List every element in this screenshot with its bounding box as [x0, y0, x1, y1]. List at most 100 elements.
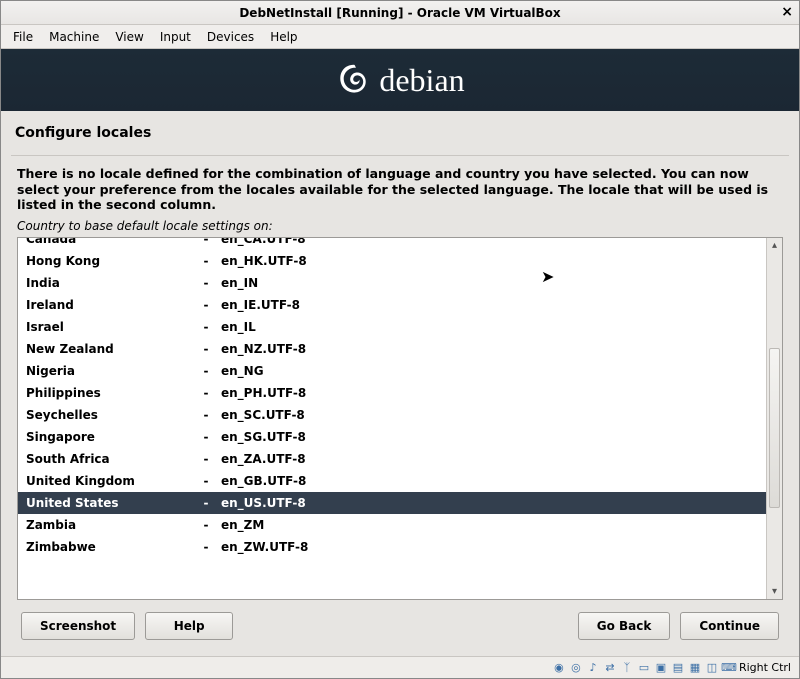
locale-dash: - [191, 298, 221, 312]
locale-row[interactable]: Philippines-en_PH.UTF-8 [18, 382, 766, 404]
locale-dash: - [191, 540, 221, 554]
locale-country: Singapore [26, 430, 191, 444]
locale-dash: - [191, 474, 221, 488]
menubar: File Machine View Input Devices Help [1, 25, 799, 49]
debian-logo: debian [335, 61, 464, 99]
locale-row[interactable]: New Zealand-en_NZ.UTF-8 [18, 338, 766, 360]
window-title: DebNetInstall [Running] - Oracle VM Virt… [239, 6, 560, 20]
locale-dash: - [191, 320, 221, 334]
content-panel: There is no locale defined for the combi… [11, 155, 789, 646]
locale-row[interactable]: Ireland-en_IE.UTF-8 [18, 294, 766, 316]
locale-listbox: Canada-en_CA.UTF-8Hong Kong-en_HK.UTF-8I… [17, 237, 783, 600]
locale-dash: - [191, 430, 221, 444]
mouse-integration-icon: ◫ [705, 661, 719, 675]
locale-dash: - [191, 496, 221, 510]
locale-code: en_GB.UTF-8 [221, 474, 758, 488]
debian-swirl-icon [335, 61, 373, 99]
instructions-text: There is no locale defined for the combi… [17, 166, 783, 213]
vm-window: DebNetInstall [Running] - Oracle VM Virt… [0, 0, 800, 679]
locale-row[interactable]: Singapore-en_SG.UTF-8 [18, 426, 766, 448]
recording-icon: ▤ [671, 661, 685, 675]
locale-country: Hong Kong [26, 254, 191, 268]
locale-code: en_IN [221, 276, 758, 290]
locale-code: en_CA.UTF-8 [221, 238, 758, 246]
locale-dash: - [191, 408, 221, 422]
locale-dash: - [191, 238, 221, 246]
close-icon[interactable]: × [781, 5, 793, 19]
locale-row[interactable]: Hong Kong-en_HK.UTF-8 [18, 250, 766, 272]
locale-country: United Kingdom [26, 474, 191, 488]
content-area: There is no locale defined for the combi… [1, 155, 799, 656]
locale-code: en_ZM [221, 518, 758, 532]
locale-country: Philippines [26, 386, 191, 400]
processor-icon: ▦ [688, 661, 702, 675]
locale-country: Canada [26, 238, 191, 246]
subprompt-text: Country to base default locale settings … [17, 219, 783, 233]
locale-row[interactable]: United States-en_US.UTF-8 [18, 492, 766, 514]
menu-devices[interactable]: Devices [207, 30, 254, 44]
locale-row[interactable]: Zambia-en_ZM [18, 514, 766, 536]
locale-list[interactable]: Canada-en_CA.UTF-8Hong Kong-en_HK.UTF-8I… [18, 238, 766, 599]
audio-icon: ♪ [586, 661, 600, 675]
locale-code: en_IL [221, 320, 758, 334]
locale-row[interactable]: South Africa-en_ZA.UTF-8 [18, 448, 766, 470]
locale-code: en_ZA.UTF-8 [221, 452, 758, 466]
locale-code: en_IE.UTF-8 [221, 298, 758, 312]
locale-country: Israel [26, 320, 191, 334]
locale-row[interactable]: Zimbabwe-en_ZW.UTF-8 [18, 536, 766, 558]
hard-disk-icon: ◉ [552, 661, 566, 675]
locale-country: United States [26, 496, 191, 510]
scroll-up-icon[interactable]: ▴ [767, 238, 782, 254]
locale-code: en_NG [221, 364, 758, 378]
scrollbar[interactable]: ▴ ▾ [766, 238, 782, 599]
locale-dash: - [191, 254, 221, 268]
locale-code: en_US.UTF-8 [221, 496, 758, 510]
locale-code: en_PH.UTF-8 [221, 386, 758, 400]
locale-country: New Zealand [26, 342, 191, 356]
locale-row[interactable]: India-en_IN [18, 272, 766, 294]
page-title-bar: Configure locales [1, 111, 799, 155]
debian-wordmark: debian [379, 62, 464, 99]
scroll-down-icon[interactable]: ▾ [767, 583, 782, 599]
locale-country: Zimbabwe [26, 540, 191, 554]
menu-file[interactable]: File [13, 30, 33, 44]
locale-code: en_SG.UTF-8 [221, 430, 758, 444]
display-icon: ▣ [654, 661, 668, 675]
window-titlebar[interactable]: DebNetInstall [Running] - Oracle VM Virt… [1, 1, 799, 25]
locale-dash: - [191, 518, 221, 532]
locale-row[interactable]: United Kingdom-en_GB.UTF-8 [18, 470, 766, 492]
scroll-thumb[interactable] [769, 348, 780, 508]
spacer [243, 612, 568, 640]
host-key-label: Right Ctrl [739, 661, 791, 674]
locale-dash: - [191, 452, 221, 466]
network-icon: ⇄ [603, 661, 617, 675]
locale-row[interactable]: Canada-en_CA.UTF-8 [18, 238, 766, 250]
menu-view[interactable]: View [115, 30, 143, 44]
help-button[interactable]: Help [145, 612, 233, 640]
locale-dash: - [191, 276, 221, 290]
page-title: Configure locales [15, 125, 785, 141]
locale-dash: - [191, 386, 221, 400]
optical-disk-icon: ◎ [569, 661, 583, 675]
locale-row[interactable]: Israel-en_IL [18, 316, 766, 338]
locale-country: Ireland [26, 298, 191, 312]
locale-country: Zambia [26, 518, 191, 532]
locale-country: Seychelles [26, 408, 191, 422]
screenshot-button[interactable]: Screenshot [21, 612, 135, 640]
locale-code: en_HK.UTF-8 [221, 254, 758, 268]
locale-code: en_NZ.UTF-8 [221, 342, 758, 356]
go-back-button[interactable]: Go Back [578, 612, 671, 640]
locale-code: en_ZW.UTF-8 [221, 540, 758, 554]
locale-country: Nigeria [26, 364, 191, 378]
menu-machine[interactable]: Machine [49, 30, 99, 44]
menu-input[interactable]: Input [160, 30, 191, 44]
usb-icon: ᛉ [620, 661, 634, 675]
menu-help[interactable]: Help [270, 30, 297, 44]
locale-row[interactable]: Nigeria-en_NG [18, 360, 766, 382]
continue-button[interactable]: Continue [680, 612, 779, 640]
button-row: Screenshot Help Go Back Continue [17, 612, 783, 646]
shared-folders-icon: ▭ [637, 661, 651, 675]
keyboard-capture-icon: ⌨ [722, 661, 736, 675]
locale-row[interactable]: Seychelles-en_SC.UTF-8 [18, 404, 766, 426]
locale-country: South Africa [26, 452, 191, 466]
